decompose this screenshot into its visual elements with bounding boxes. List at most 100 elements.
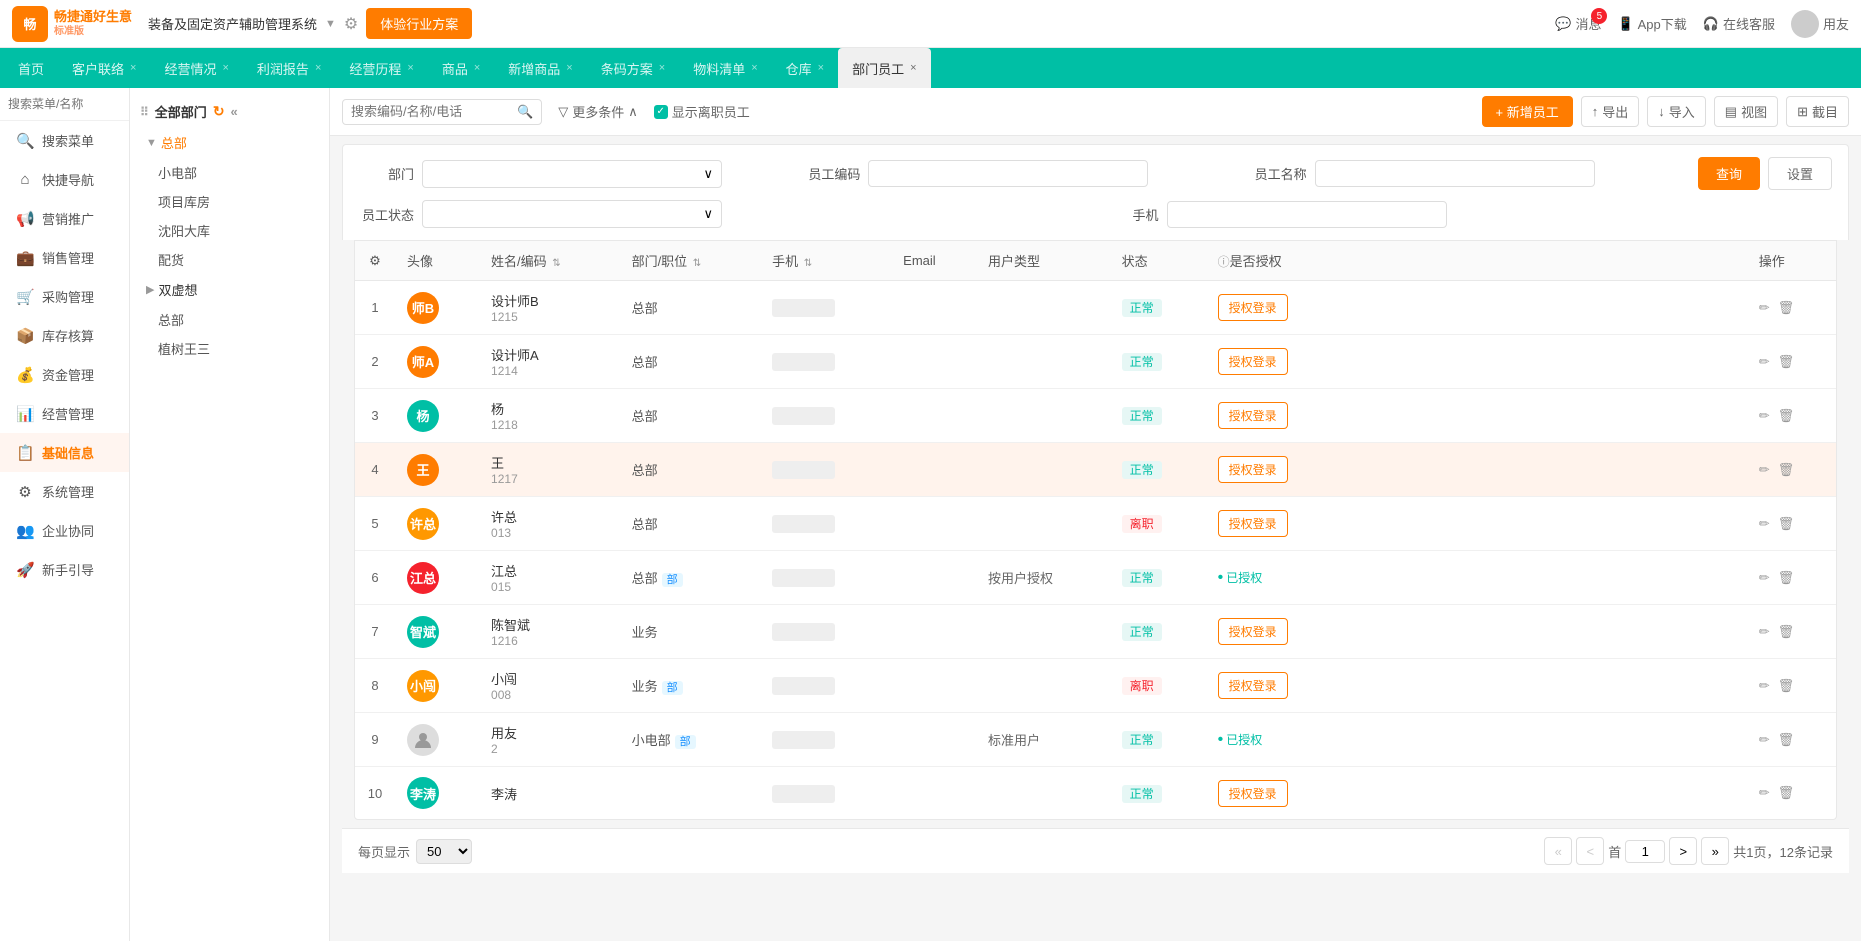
auth-login-button[interactable]: 授权登录: [1218, 618, 1288, 645]
tab-home[interactable]: 首页: [4, 48, 58, 88]
tab-close-history[interactable]: ×: [407, 62, 413, 74]
tab-goods[interactable]: 商品 ×: [428, 48, 494, 88]
edit-icon[interactable]: ✏: [1759, 354, 1770, 370]
filter-dept-select[interactable]: ∨: [422, 160, 722, 188]
tab-profit[interactable]: 利润报告 ×: [243, 48, 335, 88]
sidebar-item-business[interactable]: 📊 经营管理: [0, 394, 129, 433]
filter-emp-status-select[interactable]: ∨: [422, 200, 722, 228]
edit-icon[interactable]: ✏: [1759, 785, 1770, 801]
tab-bom[interactable]: 物料清单 ×: [679, 48, 771, 88]
next-page-button[interactable]: >: [1669, 837, 1697, 865]
auth-login-button[interactable]: 授权登录: [1218, 294, 1288, 321]
delete-icon[interactable]: 🗑: [1778, 624, 1795, 640]
th-phone[interactable]: 手机 ⇅: [760, 241, 891, 281]
edit-icon[interactable]: ✏: [1759, 300, 1770, 316]
sidebar-item-purchase[interactable]: 🛒 采购管理: [0, 277, 129, 316]
dept-sub-small-elec[interactable]: 小电部: [130, 158, 329, 187]
tab-new-goods[interactable]: 新增商品 ×: [494, 48, 586, 88]
dept-tree-total[interactable]: ▼ 总部: [130, 127, 329, 158]
settings-icon[interactable]: ⚙: [344, 14, 358, 34]
search-icon[interactable]: 🔍: [517, 104, 533, 120]
sidebar-item-finance[interactable]: 💰 资金管理: [0, 355, 129, 394]
edit-icon[interactable]: ✏: [1759, 408, 1770, 424]
auth-login-button[interactable]: 授权登录: [1218, 672, 1288, 699]
dept-sub-project-room[interactable]: 项目库房: [130, 187, 329, 216]
tab-history[interactable]: 经营历程 ×: [335, 48, 427, 88]
trial-button[interactable]: 体验行业方案: [366, 8, 472, 39]
filter-query-button[interactable]: 查询: [1698, 157, 1760, 190]
show-resign-checkbox[interactable]: ✓: [654, 105, 668, 119]
last-page-button[interactable]: »: [1701, 837, 1729, 865]
sidebar-search-input[interactable]: [8, 97, 130, 111]
edit-icon[interactable]: ✏: [1759, 462, 1770, 478]
th-dept-position[interactable]: 部门/职位 ⇅: [620, 241, 761, 281]
auth-login-button[interactable]: 授权登录: [1218, 348, 1288, 375]
filter-emp-code-input[interactable]: [868, 160, 1148, 187]
auth-login-button[interactable]: 授权登录: [1218, 510, 1288, 537]
edit-icon[interactable]: ✏: [1759, 732, 1770, 748]
add-employee-button[interactable]: + 新增员工: [1482, 96, 1573, 127]
delete-icon[interactable]: 🗑: [1778, 732, 1795, 748]
dept-sub-plant-trees[interactable]: 植树王三: [130, 334, 329, 363]
auth-login-button[interactable]: 授权登录: [1218, 780, 1288, 807]
tab-close-bom[interactable]: ×: [751, 62, 757, 74]
dept-tree-double[interactable]: ▶ 双虚想: [130, 274, 329, 305]
sidebar-item-collab[interactable]: 👥 企业协同: [0, 511, 129, 550]
delete-icon[interactable]: 🗑: [1778, 516, 1795, 532]
filter-emp-name-input[interactable]: [1315, 160, 1595, 187]
delete-icon[interactable]: 🗑: [1778, 354, 1795, 370]
more-options-button[interactable]: ⊞ 截目: [1786, 96, 1849, 127]
sidebar-item-sales[interactable]: 💼 销售管理: [0, 238, 129, 277]
more-filter-button[interactable]: ▽ 更多条件 ∧: [550, 98, 646, 125]
filter-phone-input[interactable]: [1167, 201, 1447, 228]
page-number-input[interactable]: [1625, 840, 1665, 863]
export-button[interactable]: ↑ 导出: [1581, 96, 1640, 127]
edit-icon[interactable]: ✏: [1759, 570, 1770, 586]
tab-customer[interactable]: 客户联络 ×: [58, 48, 150, 88]
delete-icon[interactable]: 🗑: [1778, 785, 1795, 801]
sidebar-item-guide[interactable]: 🚀 新手引导: [0, 550, 129, 589]
dept-refresh-icon[interactable]: ↻: [213, 103, 225, 120]
edit-icon[interactable]: ✏: [1759, 678, 1770, 694]
tab-close-customer[interactable]: ×: [130, 62, 136, 74]
sidebar-item-basic-info[interactable]: 📋 基础信息: [0, 433, 129, 472]
tab-warehouse[interactable]: 仓库 ×: [772, 48, 838, 88]
sidebar-item-shortcuts[interactable]: ⌂ 快捷导航: [0, 160, 129, 199]
sidebar-item-marketing[interactable]: 📢 营销推广: [0, 199, 129, 238]
view-button[interactable]: ▤ 视图: [1714, 96, 1778, 127]
sidebar-item-inventory[interactable]: 📦 库存核算: [0, 316, 129, 355]
edit-icon[interactable]: ✏: [1759, 624, 1770, 640]
dept-sub-headquarters[interactable]: 总部: [130, 305, 329, 334]
filter-set-button[interactable]: 设置: [1768, 157, 1832, 190]
delete-icon[interactable]: 🗑: [1778, 678, 1795, 694]
dept-sub-distribution[interactable]: 配货: [130, 245, 329, 274]
user-menu[interactable]: 用友: [1791, 10, 1849, 38]
sidebar-item-search[interactable]: 🔍 搜索菜单: [0, 121, 129, 160]
message-button[interactable]: 💬 消息 5: [1555, 14, 1601, 33]
sidebar-item-system[interactable]: ⚙ 系统管理: [0, 472, 129, 511]
tab-close-profit[interactable]: ×: [315, 62, 321, 74]
th-name-code[interactable]: 姓名/编码 ⇅: [479, 241, 620, 281]
online-service-button[interactable]: 🎧 在线客服: [1703, 14, 1775, 33]
app-download-button[interactable]: 📱 App下载: [1617, 14, 1686, 33]
prev-page-button[interactable]: <: [1576, 837, 1604, 865]
auth-login-button[interactable]: 授权登录: [1218, 402, 1288, 429]
tab-barcode[interactable]: 条码方案 ×: [587, 48, 679, 88]
delete-icon[interactable]: 🗑: [1778, 408, 1795, 424]
page-size-select[interactable]: 50 20 100: [416, 839, 472, 864]
search-input[interactable]: [351, 104, 511, 119]
delete-icon[interactable]: 🗑: [1778, 570, 1795, 586]
tab-operation[interactable]: 经营情况 ×: [150, 48, 242, 88]
auth-login-button[interactable]: 授权登录: [1218, 456, 1288, 483]
import-button[interactable]: ↓ 导入: [1647, 96, 1706, 127]
delete-icon[interactable]: 🗑: [1778, 300, 1795, 316]
tab-dept-staff[interactable]: 部门员工 ×: [838, 48, 930, 88]
dept-sub-shenyang[interactable]: 沈阳大库: [130, 216, 329, 245]
edit-icon[interactable]: ✏: [1759, 516, 1770, 532]
tab-close-barcode[interactable]: ×: [659, 62, 665, 74]
tab-close-goods[interactable]: ×: [474, 62, 480, 74]
first-page-button[interactable]: «: [1544, 837, 1572, 865]
tab-close-dept-staff[interactable]: ×: [910, 62, 916, 74]
tab-close-warehouse[interactable]: ×: [818, 62, 824, 74]
th-settings[interactable]: ⚙: [355, 241, 395, 281]
